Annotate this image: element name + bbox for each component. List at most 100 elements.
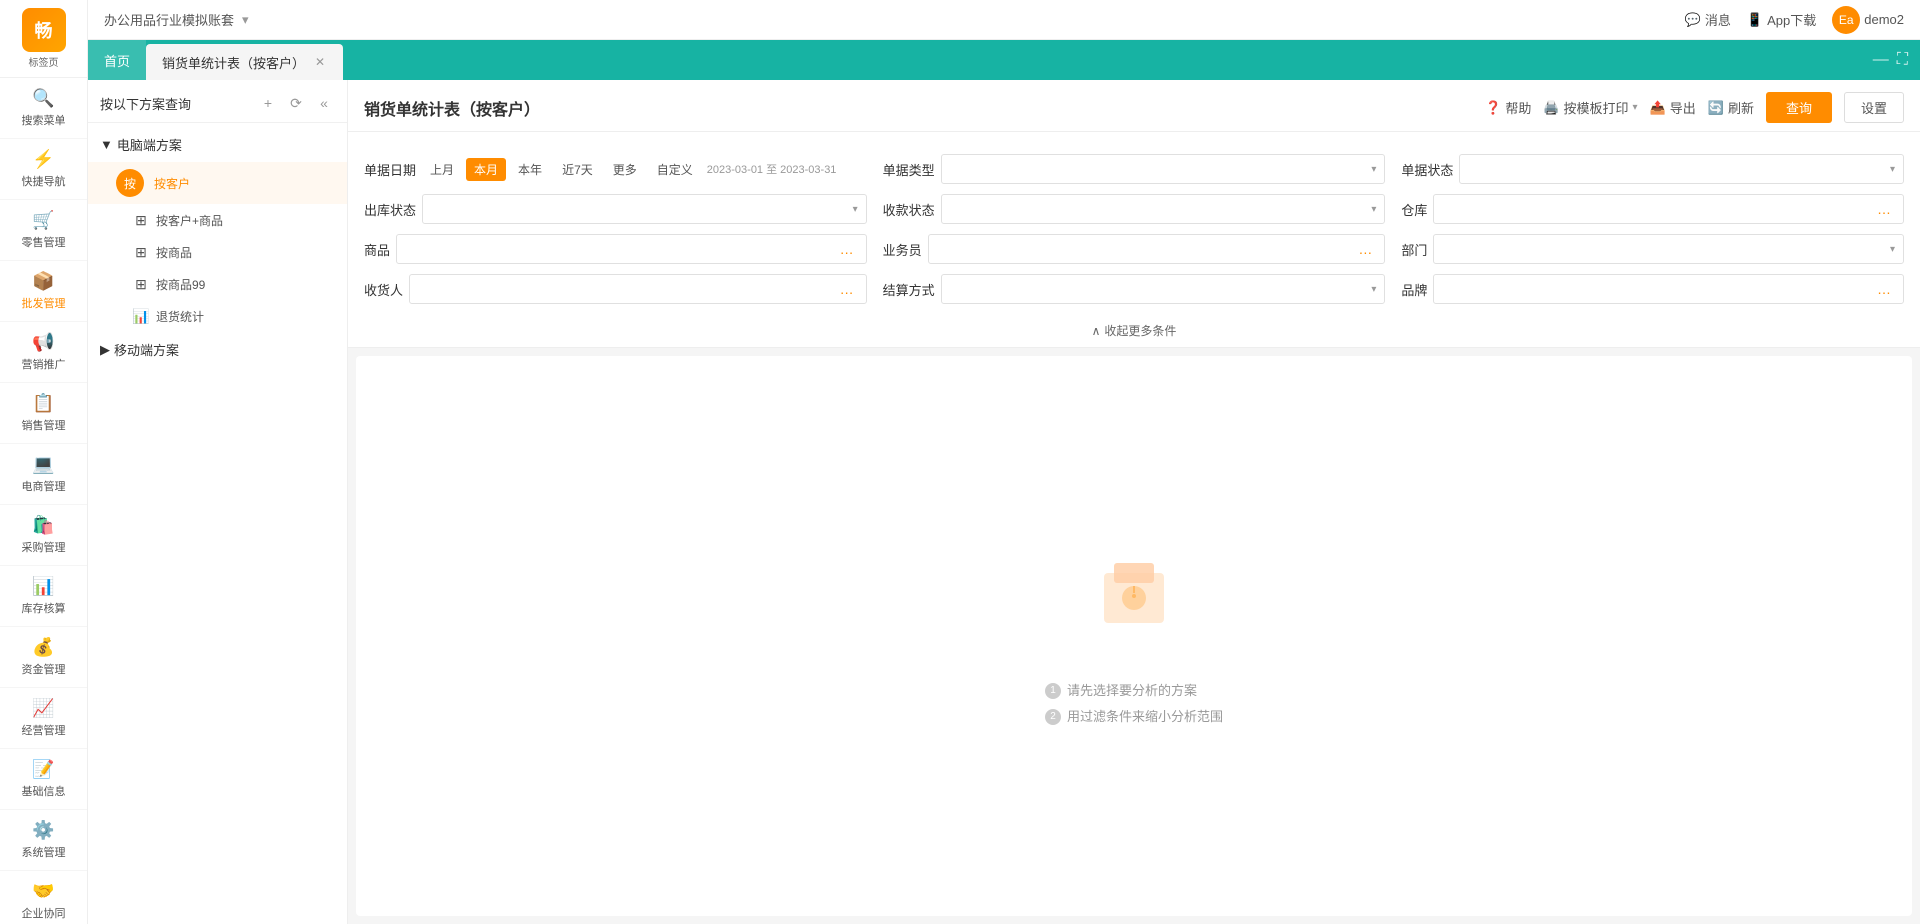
settlement-dropdown-arrow: ▾: [1371, 284, 1376, 295]
goods-dots-btn[interactable]: …: [836, 241, 858, 257]
collapse-more-btn[interactable]: ∧ 收起更多条件: [1092, 322, 1177, 339]
brand-dots-btn[interactable]: …: [1873, 281, 1895, 297]
sidebar-menu: 🔍 搜索菜单 ⚡ 快捷导航 🛒 零售管理 📦 批发管理 📢 营销推广 📋 销售管…: [0, 78, 87, 924]
help-icon: ❓: [1485, 100, 1501, 116]
grid-icon-3: ⊞: [132, 275, 150, 293]
app-download-btn[interactable]: 📱 App下载: [1747, 10, 1816, 29]
tab-sales-stat[interactable]: 销货单统计表（按客户） ✕: [146, 44, 343, 80]
search-icon: 🔍: [32, 88, 54, 109]
query-button[interactable]: 查询: [1766, 92, 1832, 123]
sidebar-item-retail-label: 零售管理: [22, 234, 66, 250]
tree-section: ▼ 电脑端方案 按 按客户 ⊞ 按客户+商品 ⊞ 按商品: [88, 123, 347, 371]
tree-group-desktop: ▼ 电脑端方案 按 按客户 ⊞ 按客户+商品 ⊞ 按商品: [88, 127, 347, 332]
tree-group-mobile-header[interactable]: ▶ 移动端方案: [88, 332, 347, 367]
sidebar-item-basic[interactable]: 📝 基础信息: [0, 749, 87, 810]
date-filter-group: 单据日期 上月 本月 本年 近7天 更多 自定义 2023-03-01 至 20…: [364, 158, 867, 181]
sidebar-item-marketing[interactable]: 📢 营销推广: [0, 322, 87, 383]
tree-expand-icon: ▼: [100, 137, 113, 152]
tree-expand-mobile-icon: ▶: [100, 342, 110, 358]
export-btn[interactable]: 📤 导出: [1650, 98, 1696, 117]
add-scheme-btn[interactable]: +: [257, 92, 279, 114]
tree-item-return-stat-label: 退货统计: [156, 308, 204, 325]
logo-icon: 畅: [22, 8, 66, 52]
sidebar-item-marketing-label: 营销推广: [22, 356, 66, 372]
help-btn[interactable]: ❓ 帮助: [1485, 98, 1531, 117]
tree-item-by-customer-label: 按客户: [154, 175, 190, 192]
dept-filter-input[interactable]: ▾: [1433, 234, 1904, 264]
warehouse-dots-btn[interactable]: …: [1873, 201, 1895, 217]
operation-icon: 📈: [32, 698, 54, 719]
tab-home[interactable]: 首页: [88, 40, 146, 80]
out-status-label: 出库状态: [364, 200, 416, 219]
tree-item-by-goods[interactable]: ⊞ 按商品: [88, 236, 347, 268]
collect-status-filter-input[interactable]: ▾: [941, 194, 1386, 224]
tabbar-right: — ⛶: [1873, 51, 1920, 69]
type-filter-input[interactable]: ▾: [941, 154, 1386, 184]
topbar-left: 办公用品行业模拟账套 ▾: [104, 10, 249, 29]
sidebar-item-system[interactable]: ⚙️ 系统管理: [0, 810, 87, 871]
goods-filter-input[interactable]: …: [396, 234, 867, 264]
collapse-row: ∧ 收起更多条件: [348, 314, 1920, 348]
warehouse-filter-input[interactable]: …: [1433, 194, 1904, 224]
left-panel-title: 按以下方案查询: [100, 94, 191, 113]
message-btn[interactable]: 💬 消息: [1685, 10, 1731, 29]
sidebar-item-ecommerce[interactable]: 💻 电商管理: [0, 444, 87, 505]
receiver-dots-btn[interactable]: …: [836, 281, 858, 297]
chart-icon: 📊: [132, 307, 150, 325]
industry-dropdown-icon[interactable]: ▾: [242, 12, 249, 28]
settings-button[interactable]: 设置: [1844, 92, 1904, 123]
user-menu[interactable]: Ea demo2: [1832, 6, 1904, 34]
tip-text-2: 用过滤条件来缩小分析范围: [1067, 704, 1223, 730]
settlement-filter-input[interactable]: ▾: [941, 274, 1386, 304]
tree-item-by-goods99[interactable]: ⊞ 按商品99: [88, 268, 347, 300]
date-btn-thisyear[interactable]: 本年: [510, 158, 550, 181]
sidebar-logo: 畅 标签页: [0, 0, 87, 78]
tab-close-btn[interactable]: ✕: [313, 53, 327, 71]
sidebar-item-ecommerce-label: 电商管理: [22, 478, 66, 494]
out-status-filter-input[interactable]: ▾: [422, 194, 867, 224]
tree-item-by-customer[interactable]: 按 按客户: [88, 162, 347, 204]
sidebar-item-nav[interactable]: ⚡ 快捷导航: [0, 139, 87, 200]
tree-item-return-stat[interactable]: 📊 退货统计: [88, 300, 347, 332]
tree-group-desktop-header[interactable]: ▼ 电脑端方案: [88, 127, 347, 162]
sidebar-item-operation[interactable]: 📈 经营管理: [0, 688, 87, 749]
minimize-btn[interactable]: —: [1873, 51, 1889, 69]
refresh-label: 刷新: [1728, 98, 1754, 117]
print-btn[interactable]: 🖨️ 按模板打印 ▾: [1543, 98, 1637, 117]
tree-group-desktop-label: 电脑端方案: [117, 135, 182, 154]
sidebar-item-retail[interactable]: 🛒 零售管理: [0, 200, 87, 261]
message-label: 消息: [1705, 10, 1731, 29]
status-dropdown-arrow: ▾: [1890, 164, 1895, 175]
refresh-btn[interactable]: 🔄 刷新: [1708, 98, 1754, 117]
date-btn-more[interactable]: 更多: [605, 158, 645, 181]
salesperson-filter-input[interactable]: …: [928, 234, 1386, 264]
sidebar-item-wholesale[interactable]: 📦 批发管理: [0, 261, 87, 322]
salesperson-dots-btn[interactable]: …: [1354, 241, 1376, 257]
brand-filter-input[interactable]: …: [1433, 274, 1904, 304]
export-label: 导出: [1670, 98, 1696, 117]
sidebar-item-search[interactable]: 🔍 搜索菜单: [0, 78, 87, 139]
date-btn-7days[interactable]: 近7天: [554, 158, 601, 181]
tree-item-customer-goods[interactable]: ⊞ 按客户+商品: [88, 204, 347, 236]
receiver-filter-input[interactable]: …: [409, 274, 867, 304]
basic-icon: 📝: [32, 759, 54, 780]
sidebar-item-purchase[interactable]: 🛍️ 采购管理: [0, 505, 87, 566]
logo-subtitle: 标签页: [29, 54, 59, 69]
refresh-scheme-btn[interactable]: ⟳: [285, 92, 307, 114]
refresh-icon: 🔄: [1708, 100, 1724, 116]
sidebar-item-collab[interactable]: 🤝 企业协同: [0, 871, 87, 924]
tab-home-label: 首页: [104, 51, 130, 70]
sidebar-item-finance[interactable]: 💰 资金管理: [0, 627, 87, 688]
collapse-panel-btn[interactable]: «: [313, 92, 335, 114]
sidebar-item-sales[interactable]: 📋 销售管理: [0, 383, 87, 444]
left-panel-header: 按以下方案查询 + ⟳ «: [88, 80, 347, 123]
sidebar-item-inventory[interactable]: 📊 库存核算: [0, 566, 87, 627]
collapse-label: 收起更多条件: [1104, 322, 1176, 339]
grid-icon-2: ⊞: [132, 243, 150, 261]
date-btn-custom[interactable]: 自定义: [649, 158, 701, 181]
maximize-btn[interactable]: ⛶: [1897, 51, 1908, 69]
collect-status-label: 收款状态: [883, 200, 935, 219]
date-btn-lastmonth[interactable]: 上月: [422, 158, 462, 181]
status-filter-input[interactable]: ▾: [1459, 154, 1904, 184]
date-btn-thismonth[interactable]: 本月: [466, 158, 506, 181]
